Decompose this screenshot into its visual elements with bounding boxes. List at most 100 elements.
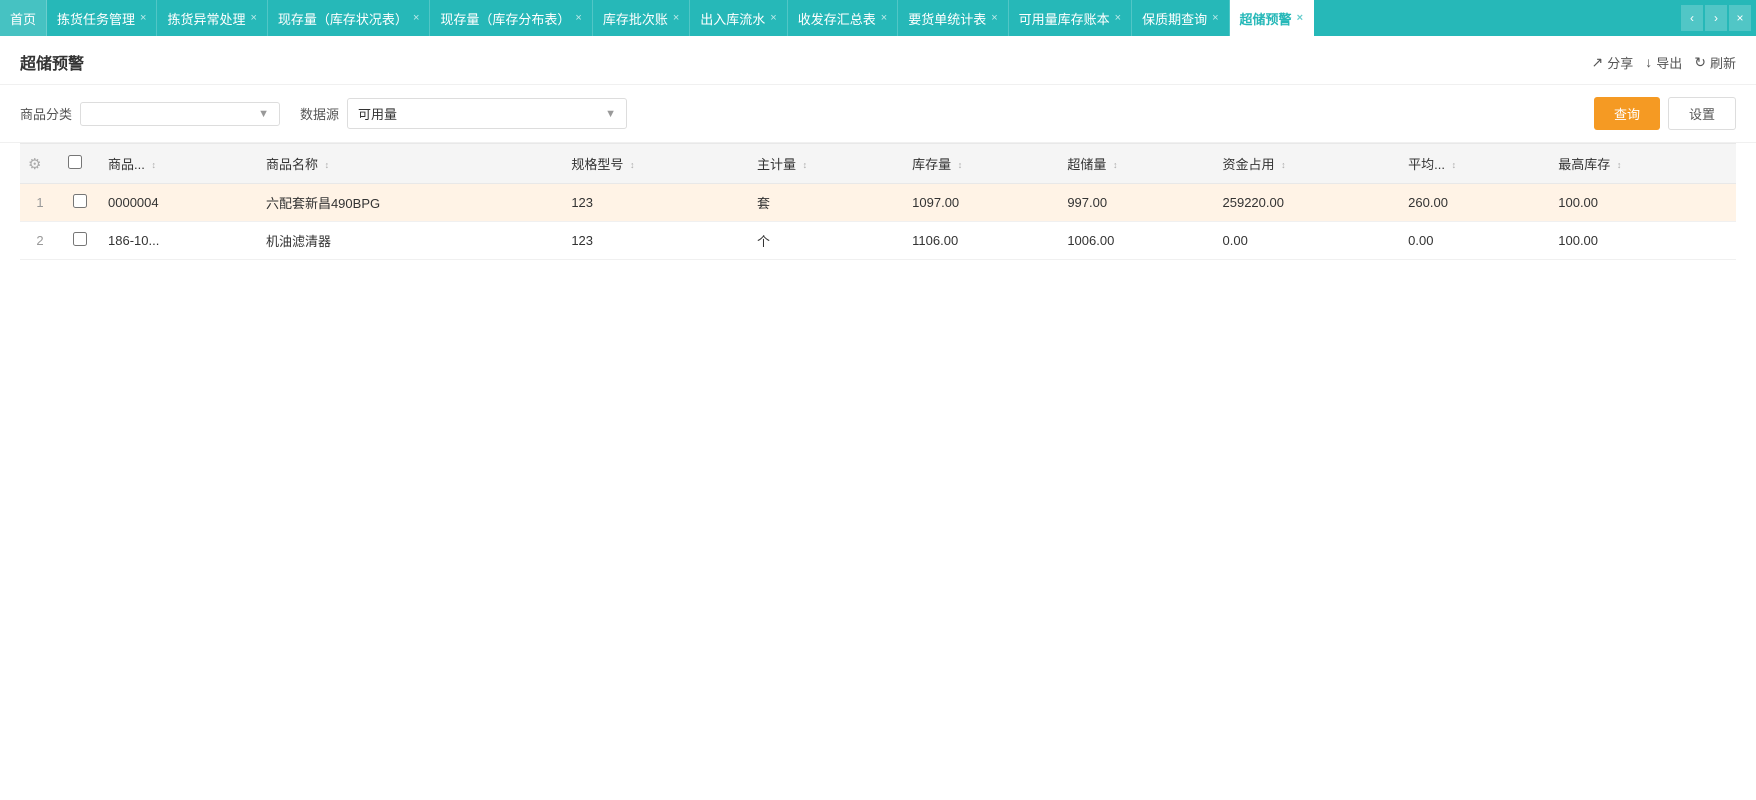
nav-item-3[interactable]: 现存量（库存状况表） × — [268, 0, 430, 36]
row-product-name-1: 机油滤清器 — [258, 222, 563, 260]
select-all-checkbox[interactable] — [68, 155, 82, 169]
row-avg-1: 0.00 — [1400, 222, 1550, 260]
page-header: 超储预警 ↗ 分享 ↓ 导出 ↻ 刷新 — [0, 36, 1756, 85]
nav-item-close-6[interactable]: × — [770, 12, 776, 24]
nav-item-label-9: 可用量库存账本 — [1019, 9, 1110, 28]
refresh-icon: ↻ — [1694, 54, 1706, 71]
nav-item-close-8[interactable]: × — [991, 12, 997, 24]
export-button[interactable]: ↓ 导出 — [1645, 53, 1682, 72]
th-product-code-label: 商品... — [108, 157, 145, 172]
th-stock: 库存量 ↕ — [904, 144, 1059, 184]
row-overstock-1: 1006.00 — [1059, 222, 1214, 260]
category-select[interactable]: ▼ — [80, 102, 280, 126]
category-filter-group: 商品分类 ▼ — [20, 102, 280, 126]
sort-icon-overstock[interactable]: ↕ — [1113, 161, 1118, 170]
sort-icon-spec[interactable]: ↕ — [630, 161, 635, 170]
th-gear: ⚙ — [20, 144, 60, 184]
nav-next-button[interactable]: › — [1705, 5, 1727, 31]
refresh-label: 刷新 — [1710, 53, 1736, 72]
share-button[interactable]: ↗ 分享 — [1591, 53, 1633, 72]
table-row: 1 0000004 六配套新昌490BPG 123 套 1097.00 997.… — [20, 184, 1736, 222]
share-label: 分享 — [1607, 53, 1633, 72]
table-wrapper: ⚙ 商品... ↕ 商品名称 ↕ 规格型号 ↕ — [0, 143, 1756, 260]
sort-icon-unit[interactable]: ↕ — [803, 161, 808, 170]
query-button[interactable]: 查询 — [1594, 97, 1660, 130]
nav-item-close-7[interactable]: × — [881, 12, 887, 24]
datasource-filter-label: 数据源 — [300, 104, 339, 123]
nav-item-close-2[interactable]: × — [250, 12, 256, 24]
th-avg: 平均... ↕ — [1400, 144, 1550, 184]
nav-item-5[interactable]: 库存批次账× — [593, 0, 690, 36]
nav-item-label-10: 保质期查询 — [1142, 9, 1207, 28]
refresh-button[interactable]: ↻ 刷新 — [1694, 53, 1736, 72]
nav-item-label-7: 收发存汇总表 — [798, 9, 876, 28]
nav-item-2[interactable]: 拣货异常处理× — [157, 0, 267, 36]
nav-prev-button[interactable]: ‹ — [1681, 5, 1703, 31]
row-capital-1: 0.00 — [1215, 222, 1401, 260]
row-max-stock-0: 100.00 — [1550, 184, 1736, 222]
row-stock-1: 1106.00 — [904, 222, 1059, 260]
th-unit: 主计量 ↕ — [749, 144, 904, 184]
category-filter-label: 商品分类 — [20, 104, 72, 123]
th-product-code: 商品... ↕ — [100, 144, 258, 184]
nav-item-4[interactable]: 现存量（库存分布表）× — [430, 0, 592, 36]
page-container: 超储预警 ↗ 分享 ↓ 导出 ↻ 刷新 商品分类 ▼ 数据源 — [0, 36, 1756, 800]
nav-item-0[interactable]: 首页 — [0, 0, 47, 36]
th-max-stock: 最高库存 ↕ — [1550, 144, 1736, 184]
th-overstock-label: 超储量 — [1067, 157, 1106, 172]
sort-icon-capital[interactable]: ↕ — [1281, 161, 1286, 170]
gear-icon[interactable]: ⚙ — [28, 156, 41, 173]
nav-item-8[interactable]: 要货单统计表× — [898, 0, 1008, 36]
nav-item-label-3: 现存量（库存状况表） — [278, 9, 408, 28]
nav-item-label-11: 超储预警 — [1240, 9, 1292, 28]
row-checkbox-0[interactable] — [73, 194, 87, 208]
sort-icon-product-name[interactable]: ↕ — [325, 161, 330, 170]
th-max-stock-label: 最高库存 — [1558, 157, 1610, 172]
sort-icon-stock[interactable]: ↕ — [958, 161, 963, 170]
row-checkbox-1[interactable] — [73, 232, 87, 246]
nav-close-all-button[interactable]: × — [1729, 5, 1751, 31]
top-navigation: 首页拣货任务管理×拣货异常处理×现存量（库存状况表）×现存量（库存分布表）×库存… — [0, 0, 1756, 36]
table-row: 2 186-10... 机油滤清器 123 个 1106.00 1006.00 … — [20, 222, 1736, 260]
row-product-name-0: 六配套新昌490BPG — [258, 184, 563, 222]
nav-item-6[interactable]: 出入库流水 × — [690, 0, 787, 36]
row-max-stock-1: 100.00 — [1550, 222, 1736, 260]
nav-item-close-10[interactable]: × — [1212, 12, 1218, 24]
nav-item-label-6: 出入库流水 — [700, 9, 765, 28]
nav-item-close-11[interactable]: × — [1297, 12, 1303, 24]
row-spec-1: 123 — [563, 222, 749, 260]
data-table: ⚙ 商品... ↕ 商品名称 ↕ 规格型号 ↕ — [20, 143, 1736, 260]
nav-item-close-3[interactable]: × — [413, 12, 419, 24]
row-capital-0: 259220.00 — [1215, 184, 1401, 222]
nav-item-close-9[interactable]: × — [1115, 12, 1121, 24]
nav-item-label-0: 首页 — [10, 9, 36, 28]
sort-icon-avg[interactable]: ↕ — [1452, 161, 1457, 170]
table-header-row: ⚙ 商品... ↕ 商品名称 ↕ 规格型号 ↕ — [20, 144, 1736, 184]
th-product-name-label: 商品名称 — [266, 157, 318, 172]
nav-item-label-1: 拣货任务管理 — [57, 9, 135, 28]
sort-icon-product-code[interactable]: ↕ — [151, 161, 156, 170]
th-spec: 规格型号 ↕ — [563, 144, 749, 184]
th-avg-label: 平均... — [1408, 157, 1445, 172]
row-unit-1: 个 — [749, 222, 904, 260]
row-checkbox-cell-1 — [60, 222, 100, 260]
sort-icon-max-stock[interactable]: ↕ — [1617, 161, 1622, 170]
share-icon: ↗ — [1591, 54, 1603, 71]
nav-item-close-1[interactable]: × — [140, 12, 146, 24]
row-product-code-1: 186-10... — [100, 222, 258, 260]
nav-item-close-4[interactable]: × — [575, 12, 581, 24]
datasource-filter-group: 数据源 可用量 ▼ — [300, 98, 627, 129]
nav-item-11[interactable]: 超储预警 × — [1230, 0, 1314, 36]
row-overstock-0: 997.00 — [1059, 184, 1214, 222]
page-title: 超储预警 — [20, 50, 84, 74]
nav-item-9[interactable]: 可用量库存账本 × — [1009, 0, 1132, 36]
filter-row: 商品分类 ▼ 数据源 可用量 ▼ 查询 设置 — [0, 85, 1756, 143]
setting-button[interactable]: 设置 — [1668, 97, 1736, 130]
nav-item-10[interactable]: 保质期查询 × — [1132, 0, 1229, 36]
filter-actions: 查询 设置 — [1594, 97, 1736, 130]
nav-item-7[interactable]: 收发存汇总表 × — [788, 0, 898, 36]
datasource-select[interactable]: 可用量 ▼ — [347, 98, 627, 129]
row-spec-0: 123 — [563, 184, 749, 222]
nav-item-1[interactable]: 拣货任务管理 × — [47, 0, 157, 36]
nav-item-close-5[interactable]: × — [673, 12, 679, 24]
